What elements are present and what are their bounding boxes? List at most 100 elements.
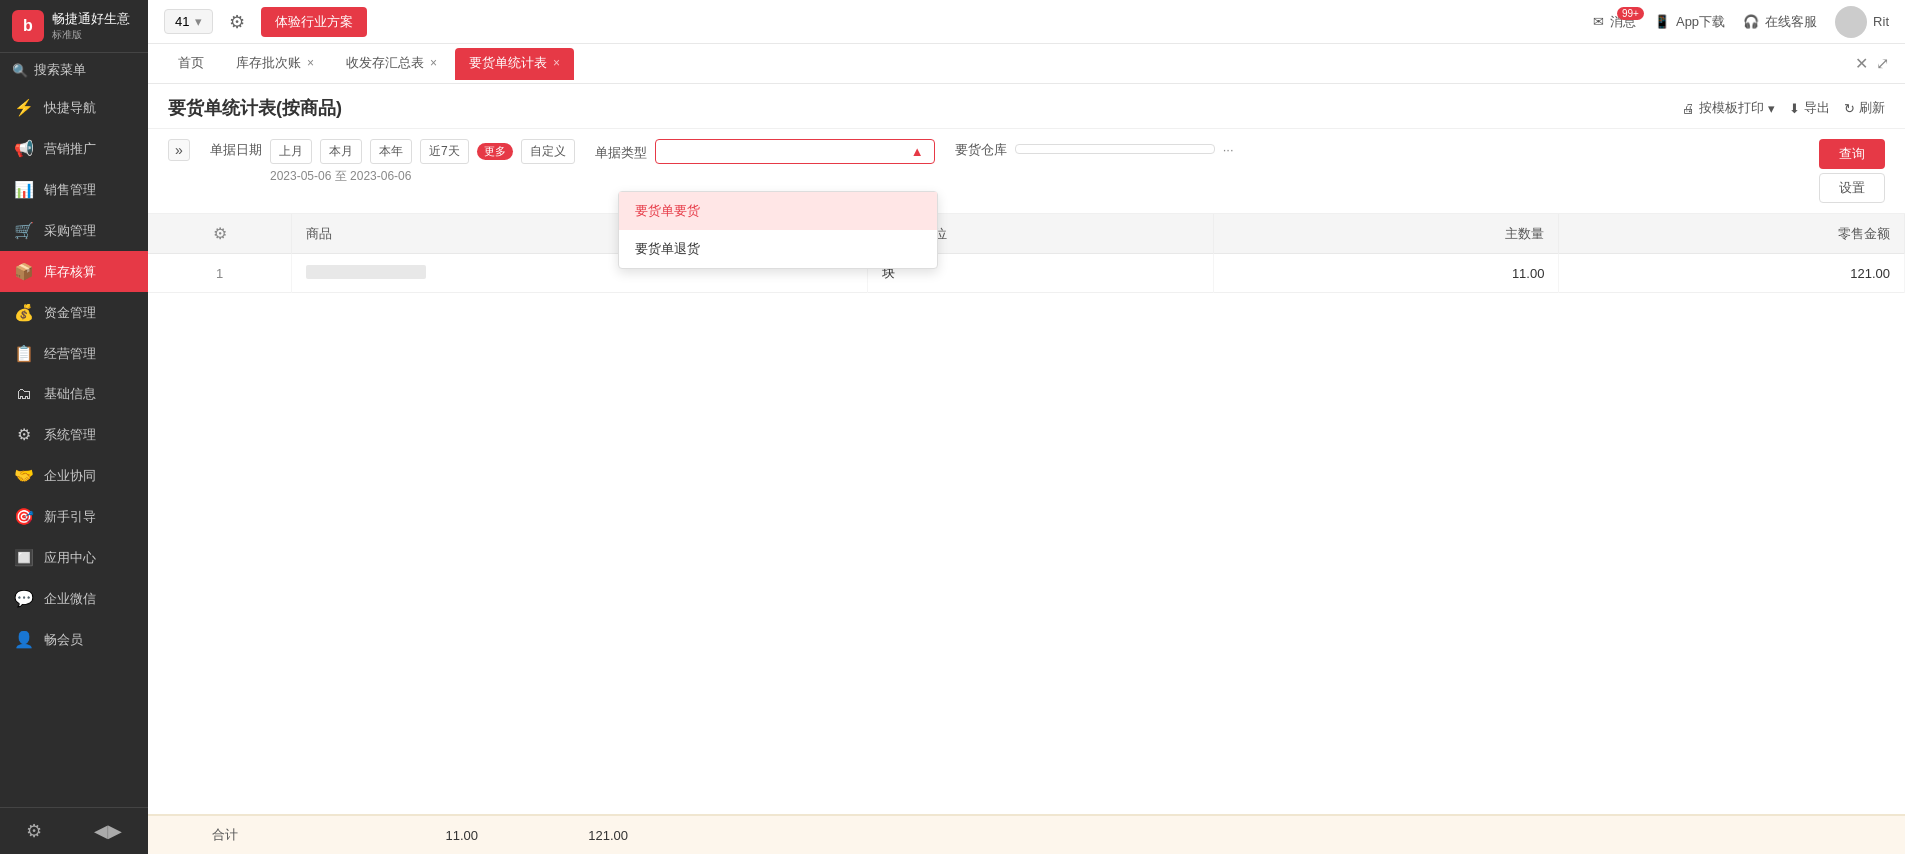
mobile-icon: 📱 — [1654, 14, 1670, 29]
collapse-sidebar-btn[interactable]: ◀▶ — [86, 816, 130, 846]
date-last-7days-btn[interactable]: 近7天 — [420, 139, 469, 164]
sidebar-nav: ⚡ 快捷导航 📢 营销推广 📊 销售管理 🛒 采购管理 📦 库存核算 💰 资金管… — [0, 87, 148, 807]
print-template-btn[interactable]: 🖨 按模板打印 ▾ — [1682, 99, 1775, 117]
enterprise-wechat-icon: 💬 — [14, 589, 34, 608]
tab-close-all-btn[interactable]: ✕ — [1855, 54, 1868, 73]
print-label: 按模板打印 — [1699, 99, 1764, 117]
tab-receive-summary[interactable]: 收发存汇总表 × — [332, 48, 451, 80]
sidebar-item-purchase[interactable]: 🛒 采购管理 — [0, 210, 148, 251]
nav-label: 库存核算 — [44, 263, 96, 281]
date-this-year-btn[interactable]: 本年 — [370, 139, 412, 164]
sidebar-item-app-center[interactable]: 🔲 应用中心 — [0, 537, 148, 578]
message-badge: 99+ — [1617, 7, 1644, 20]
filter-buttons: 查询 设置 — [1819, 139, 1885, 203]
sidebar-item-quick-nav[interactable]: ⚡ 快捷导航 — [0, 87, 148, 128]
store-selector[interactable]: 41 ▾ — [164, 9, 213, 34]
date-custom-btn[interactable]: 自定义 — [521, 139, 575, 164]
nav-label: 经营管理 — [44, 345, 96, 363]
date-last-month-btn[interactable]: 上月 — [270, 139, 312, 164]
filter-expand-btn[interactable]: » — [168, 139, 190, 161]
page-content: 要货单统计表(按商品) 🖨 按模板打印 ▾ ⬇ 导出 ↻ 刷新 — [148, 84, 1905, 854]
settings-bottom-btn[interactable]: ⚙ — [18, 816, 50, 846]
sidebar-item-enterprise[interactable]: 🤝 企业协同 — [0, 455, 148, 496]
col-header-gear[interactable]: ⚙ — [148, 214, 292, 254]
tab-receive-summary-close[interactable]: × — [430, 56, 437, 70]
warehouse-select-dropdown[interactable] — [1015, 144, 1215, 154]
dropdown-item-order-goods[interactable]: 要货单要货 — [619, 192, 937, 230]
dropdown-item-order-return[interactable]: 要货单退货 — [619, 230, 937, 268]
refresh-label: 刷新 — [1859, 99, 1885, 117]
nav-label: 应用中心 — [44, 549, 96, 567]
sidebar-item-finance[interactable]: 💰 资金管理 — [0, 292, 148, 333]
filter-more-dots[interactable]: ··· — [1223, 142, 1234, 157]
sidebar-item-basic[interactable]: 🗂 基础信息 — [0, 374, 148, 414]
tab-order-summary-close[interactable]: × — [553, 56, 560, 70]
tab-order-summary[interactable]: 要货单统计表 × — [455, 48, 574, 80]
data-table: ⚙ 商品 主计量单位 主数量 零 — [148, 214, 1905, 293]
set-button[interactable]: 设置 — [1819, 173, 1885, 203]
tab-expand-btn[interactable]: ⤢ — [1876, 54, 1889, 73]
gear-button[interactable]: ⚙ — [225, 7, 249, 37]
nav-label: 快捷导航 — [44, 99, 96, 117]
message-icon: ✉ — [1593, 14, 1604, 29]
col-product-label: 商品 — [306, 226, 332, 241]
enterprise-icon: 🤝 — [14, 466, 34, 485]
chevron-print-icon: ▾ — [1768, 101, 1775, 116]
app-download-action[interactable]: 📱 App下载 — [1654, 13, 1725, 31]
type-select-dropdown[interactable]: ▲ — [655, 139, 935, 164]
store-number: 41 — [175, 14, 189, 29]
page-title: 要货单统计表(按商品) — [168, 96, 342, 120]
logo-icon: b — [12, 10, 44, 42]
header-right: ✉ 消息 99+ 📱 App下载 🎧 在线客服 Rit — [1593, 6, 1889, 38]
system-icon: ⚙ — [14, 425, 34, 444]
tab-inventory-batch[interactable]: 库存批次账 × — [222, 48, 328, 80]
sidebar-item-operation[interactable]: 📋 经营管理 — [0, 333, 148, 374]
content-area: 要货单统计表(按商品) 🖨 按模板打印 ▾ ⬇ 导出 ↻ 刷新 — [148, 84, 1905, 854]
sidebar-search[interactable]: 🔍 搜索菜单 — [0, 53, 148, 87]
warehouse-filter-label: 要货仓库 — [955, 139, 1007, 159]
col-qty-label: 主数量 — [1505, 226, 1544, 241]
main-content: 41 ▾ ⚙ 体验行业方案 ✉ 消息 99+ 📱 App下载 🎧 在线客服 R — [148, 0, 1905, 854]
col-amount-label: 零售金额 — [1838, 226, 1890, 241]
date-filter-label: 单据日期 — [210, 139, 262, 159]
tab-home[interactable]: 首页 — [164, 48, 218, 80]
message-action[interactable]: ✉ 消息 99+ — [1593, 13, 1636, 31]
operation-icon: 📋 — [14, 344, 34, 363]
sidebar-item-system[interactable]: ⚙ 系统管理 — [0, 414, 148, 455]
row-num-cell: 1 — [148, 254, 292, 293]
online-service-action[interactable]: 🎧 在线客服 — [1743, 13, 1817, 31]
tab-inventory-batch-close[interactable]: × — [307, 56, 314, 70]
column-settings-icon[interactable]: ⚙ — [213, 225, 227, 242]
header-left: 41 ▾ ⚙ 体验行业方案 — [164, 7, 367, 37]
logo-sub-text: 标准版 — [52, 28, 130, 42]
sidebar-item-inventory[interactable]: 📦 库存核算 — [0, 251, 148, 292]
type-filter-label: 单据类型 — [595, 142, 647, 162]
avatar — [1835, 6, 1867, 38]
sidebar-item-sales[interactable]: 📊 销售管理 — [0, 169, 148, 210]
tab-receive-summary-label: 收发存汇总表 — [346, 54, 424, 72]
footer-total-label: 合计 — [162, 826, 238, 844]
search-icon: 🔍 — [12, 63, 28, 78]
sidebar-item-member[interactable]: 👤 畅会员 — [0, 619, 148, 660]
date-this-month-btn[interactable]: 本月 — [320, 139, 362, 164]
date-top-row: 上月 本月 本年 近7天 更多 自定义 — [270, 139, 575, 164]
date-more-tag[interactable]: 更多 — [477, 143, 513, 160]
user-avatar-area[interactable]: Rit — [1835, 6, 1889, 38]
footer-amount-value: 121.00 — [508, 828, 628, 843]
sidebar-item-marketing[interactable]: 📢 营销推广 — [0, 128, 148, 169]
industry-button[interactable]: 体验行业方案 — [261, 7, 367, 37]
print-icon: 🖨 — [1682, 101, 1695, 116]
table-header-row: ⚙ 商品 主计量单位 主数量 零 — [148, 214, 1905, 254]
chevron-up-icon: ▲ — [911, 144, 924, 159]
sidebar-logo: b 畅捷通好生意 标准版 — [0, 0, 148, 53]
export-label: 导出 — [1804, 99, 1830, 117]
table-row: 1 块 11.00 121.0 — [148, 254, 1905, 293]
query-button[interactable]: 查询 — [1819, 139, 1885, 169]
online-service-label: 在线客服 — [1765, 13, 1817, 31]
sidebar-item-guide[interactable]: 🎯 新手引导 — [0, 496, 148, 537]
quick-nav-icon: ⚡ — [14, 98, 34, 117]
refresh-btn[interactable]: ↻ 刷新 — [1844, 99, 1885, 117]
sidebar-item-enterprise-wechat[interactable]: 💬 企业微信 — [0, 578, 148, 619]
page-actions: 🖨 按模板打印 ▾ ⬇ 导出 ↻ 刷新 — [1682, 99, 1885, 117]
export-btn[interactable]: ⬇ 导出 — [1789, 99, 1830, 117]
